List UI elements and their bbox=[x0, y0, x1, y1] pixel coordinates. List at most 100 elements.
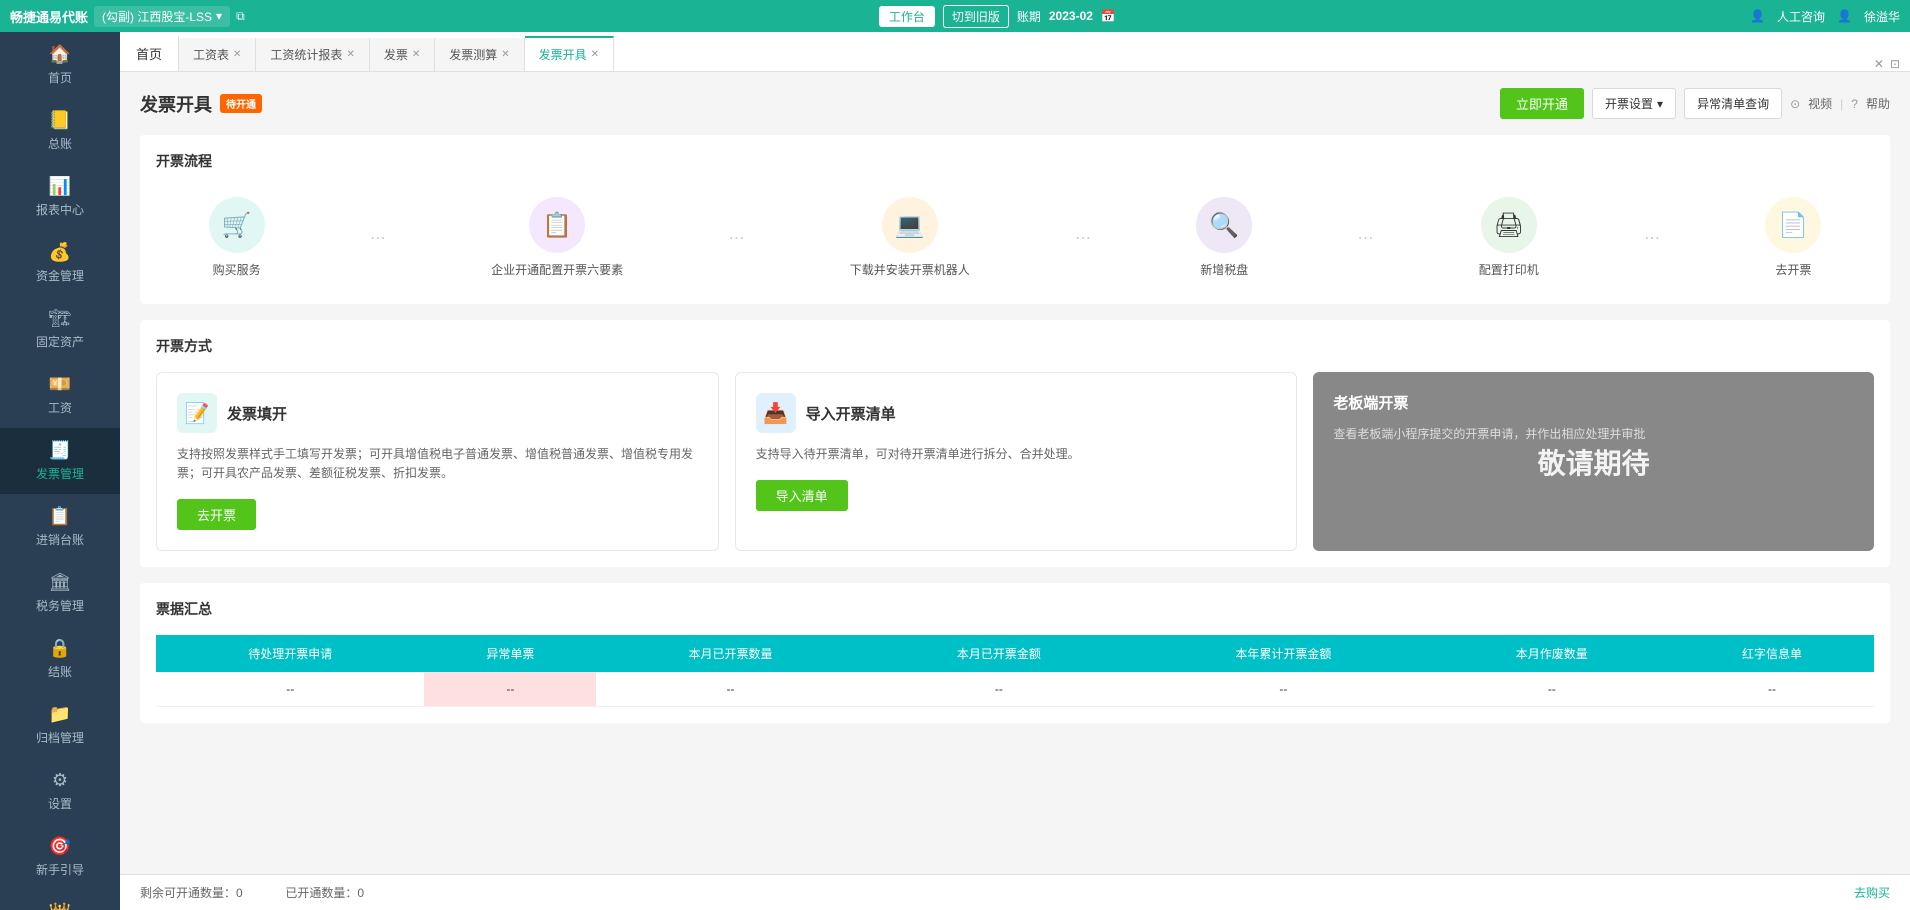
buy-link[interactable]: 去购买 bbox=[1854, 884, 1890, 901]
tab-home[interactable]: 首页 bbox=[120, 36, 179, 71]
sidebar-item-archive[interactable]: 📁 归档管理 bbox=[0, 692, 120, 758]
sidebar-item-settings[interactable]: ⚙ 设置 bbox=[0, 758, 120, 824]
footer-info: 剩余可开通数量：0 已开通数量：0 bbox=[140, 884, 364, 901]
summary-col-0: 待处理开票申请 bbox=[156, 635, 424, 672]
flow-arrow-2: ⋯ bbox=[728, 228, 744, 248]
company-selector[interactable]: (勾副) 江西股宝-LSS ▾ bbox=[94, 6, 230, 27]
flow-step-buy[interactable]: 🛒 购买服务 bbox=[209, 197, 265, 278]
view-icon[interactable]: ⊙ bbox=[1790, 97, 1800, 111]
help-icon[interactable]: ? bbox=[1851, 97, 1858, 111]
flow-step-setup[interactable]: 📋 企业开通配置开票六要素 bbox=[491, 197, 623, 278]
tab-invoice-issue[interactable]: 发票开具 ✕ bbox=[525, 36, 614, 71]
sidebar-item-ledger[interactable]: 📒 总账 bbox=[0, 98, 120, 164]
method-card-import-icon: 📥 bbox=[756, 393, 796, 433]
sidebar-item-funds[interactable]: 💰 资金管理 bbox=[0, 230, 120, 296]
tab-payslip-close[interactable]: ✕ bbox=[233, 49, 241, 60]
flow-step-issue[interactable]: 📄 去开票 bbox=[1765, 197, 1821, 278]
tab-invoice-issue-close[interactable]: ✕ bbox=[591, 49, 599, 60]
consultant-label[interactable]: 人工咨询 bbox=[1777, 8, 1825, 25]
flow-step-taxbox[interactable]: 🔍 新增税盘 bbox=[1196, 197, 1252, 278]
sidebar-item-guide[interactable]: 🎯 新手引导 bbox=[0, 824, 120, 890]
flow-step-printer[interactable]: 🖨 配置打印机 bbox=[1479, 197, 1539, 278]
guide-icon: 🎯 bbox=[49, 836, 71, 857]
method-card-fill: 📝 发票填开 支持按照发票样式手工填写开发票；可开具增值税电子普通发票、增值税普… bbox=[156, 372, 719, 551]
settings-button-label: 开票设置 bbox=[1605, 95, 1653, 112]
go-issue-button[interactable]: 去开票 bbox=[177, 499, 256, 530]
sidebar-label-settings: 设置 bbox=[48, 795, 72, 812]
footer-separator bbox=[258, 886, 270, 900]
tab-payroll-report[interactable]: 工资统计报表 ✕ bbox=[256, 38, 369, 71]
sidebar-item-invoice[interactable]: 🧾 发票管理 bbox=[0, 428, 120, 494]
summary-col-3: 本月已开票金额 bbox=[865, 635, 1133, 672]
sidebar-item-home[interactable]: 🏠 首页 bbox=[0, 32, 120, 98]
tab-bar: 首页 工资表 ✕ 工资统计报表 ✕ 发票 ✕ 发票测算 ✕ 发票开具 ✕ bbox=[120, 32, 1910, 72]
summary-col-5: 本月作废数量 bbox=[1434, 635, 1670, 672]
flow-step-download-icon: 💻 bbox=[882, 197, 938, 253]
page-footer: 剩余可开通数量：0 已开通数量：0 去购买 bbox=[120, 874, 1910, 910]
page-title-area: 发票开具 待开通 bbox=[140, 91, 262, 117]
company-dropdown-icon[interactable]: ▾ bbox=[216, 9, 222, 23]
flow-arrow-1: ⋯ bbox=[370, 228, 386, 248]
company-name: (勾副) 江西股宝-LSS bbox=[102, 8, 212, 25]
tab-payslip-label: 工资表 bbox=[193, 46, 229, 63]
opened-label: 已开通数量：0 bbox=[285, 886, 364, 900]
tab-payroll-report-close[interactable]: ✕ bbox=[346, 49, 354, 60]
tab-invoice-issue-label: 发票开具 bbox=[539, 46, 587, 63]
sidebar-item-purchase[interactable]: 📋 进销台账 bbox=[0, 494, 120, 560]
status-badge: 待开通 bbox=[220, 94, 262, 113]
workspace-button[interactable]: 工作台 bbox=[879, 6, 935, 27]
tab-restore-icon[interactable]: ⊡ bbox=[1890, 57, 1900, 71]
sidebar-item-tax[interactable]: 🏛 税务管理 bbox=[0, 560, 120, 626]
content-area: 首页 工资表 ✕ 工资统计报表 ✕ 发票 ✕ 发票测算 ✕ 发票开具 ✕ bbox=[120, 32, 1910, 910]
tab-payslip[interactable]: 工资表 ✕ bbox=[179, 38, 256, 71]
tab-invoice-calc[interactable]: 发票测算 ✕ bbox=[435, 38, 524, 71]
open-now-button[interactable]: 立即开通 bbox=[1500, 88, 1584, 119]
flow-step-buy-label: 购买服务 bbox=[213, 261, 261, 278]
ledger-icon: 📒 bbox=[49, 110, 71, 131]
tab-home-label: 首页 bbox=[136, 47, 162, 62]
top-bar-left: 畅捷通易代账 (勾副) 江西股宝-LSS ▾ ⧉ bbox=[10, 6, 245, 27]
copy-icon[interactable]: ⧉ bbox=[236, 9, 245, 24]
sidebar-label-funds: 资金管理 bbox=[36, 267, 84, 284]
summary-col-1: 异常单票 bbox=[424, 635, 596, 672]
methods-title: 开票方式 bbox=[156, 336, 1874, 356]
flow-arrow-3: ⋯ bbox=[1075, 228, 1091, 248]
settings-dropdown-icon: ▾ bbox=[1657, 97, 1663, 111]
tab-invoice-close[interactable]: ✕ bbox=[412, 49, 420, 60]
flow-step-printer-label: 配置打印机 bbox=[1479, 261, 1539, 278]
period-value: 2023-02 bbox=[1049, 9, 1093, 23]
sidebar-item-payroll[interactable]: 💴 工资 bbox=[0, 362, 120, 428]
sidebar-label-ledger: 总账 bbox=[48, 135, 72, 152]
summary-val-3: -- bbox=[865, 672, 1133, 707]
calendar-icon[interactable]: 📅 bbox=[1101, 9, 1116, 23]
sidebar-label-closing: 结账 bbox=[48, 663, 72, 680]
sidebar-item-closing[interactable]: 🔒 结账 bbox=[0, 626, 120, 692]
sidebar-label-invoice: 发票管理 bbox=[36, 465, 84, 482]
sidebar-label-archive: 归档管理 bbox=[36, 729, 84, 746]
sidebar-label-assets: 固定资产 bbox=[36, 333, 84, 350]
query-button[interactable]: 异常清单查询 bbox=[1684, 88, 1782, 119]
flow-arrow-4: ⋯ bbox=[1358, 228, 1374, 248]
funds-icon: 💰 bbox=[49, 242, 71, 263]
tab-close-all-icon[interactable]: ✕ bbox=[1874, 57, 1884, 71]
payroll-icon: 💴 bbox=[49, 374, 71, 395]
help-label[interactable]: 帮助 bbox=[1866, 95, 1890, 112]
flow-step-download[interactable]: 💻 下载并安装开票机器人 bbox=[850, 197, 970, 278]
main-layout: 🏠 首页 📒 总账 📊 报表中心 💰 资金管理 🏗 固定资产 💴 工资 🧾 发票… bbox=[0, 32, 1910, 910]
user-label[interactable]: 徐溢华 bbox=[1864, 8, 1900, 25]
sidebar-item-member[interactable]: 👑 畅会员 bbox=[0, 890, 120, 910]
sidebar-label-reports: 报表中心 bbox=[36, 201, 84, 218]
view-label[interactable]: 视频 bbox=[1808, 95, 1832, 112]
old-version-button[interactable]: 切到旧版 bbox=[943, 5, 1009, 28]
import-list-button[interactable]: 导入清单 bbox=[756, 480, 848, 511]
settings-button[interactable]: 开票设置 ▾ bbox=[1592, 88, 1676, 119]
sidebar-item-assets[interactable]: 🏗 固定资产 bbox=[0, 296, 120, 362]
tab-invoice[interactable]: 发票 ✕ bbox=[370, 38, 435, 71]
app-logo: 畅捷通易代账 bbox=[10, 7, 88, 26]
summary-val-5: -- bbox=[1434, 672, 1670, 707]
tab-invoice-calc-close[interactable]: ✕ bbox=[501, 49, 509, 60]
flow-step-setup-label: 企业开通配置开票六要素 bbox=[491, 261, 623, 278]
method-card-fill-desc: 支持按照发票样式手工填写开发票；可开具增值税电子普通发票、增值税普通发票、增值税… bbox=[177, 445, 698, 483]
summary-val-4: -- bbox=[1133, 672, 1434, 707]
sidebar-item-reports[interactable]: 📊 报表中心 bbox=[0, 164, 120, 230]
